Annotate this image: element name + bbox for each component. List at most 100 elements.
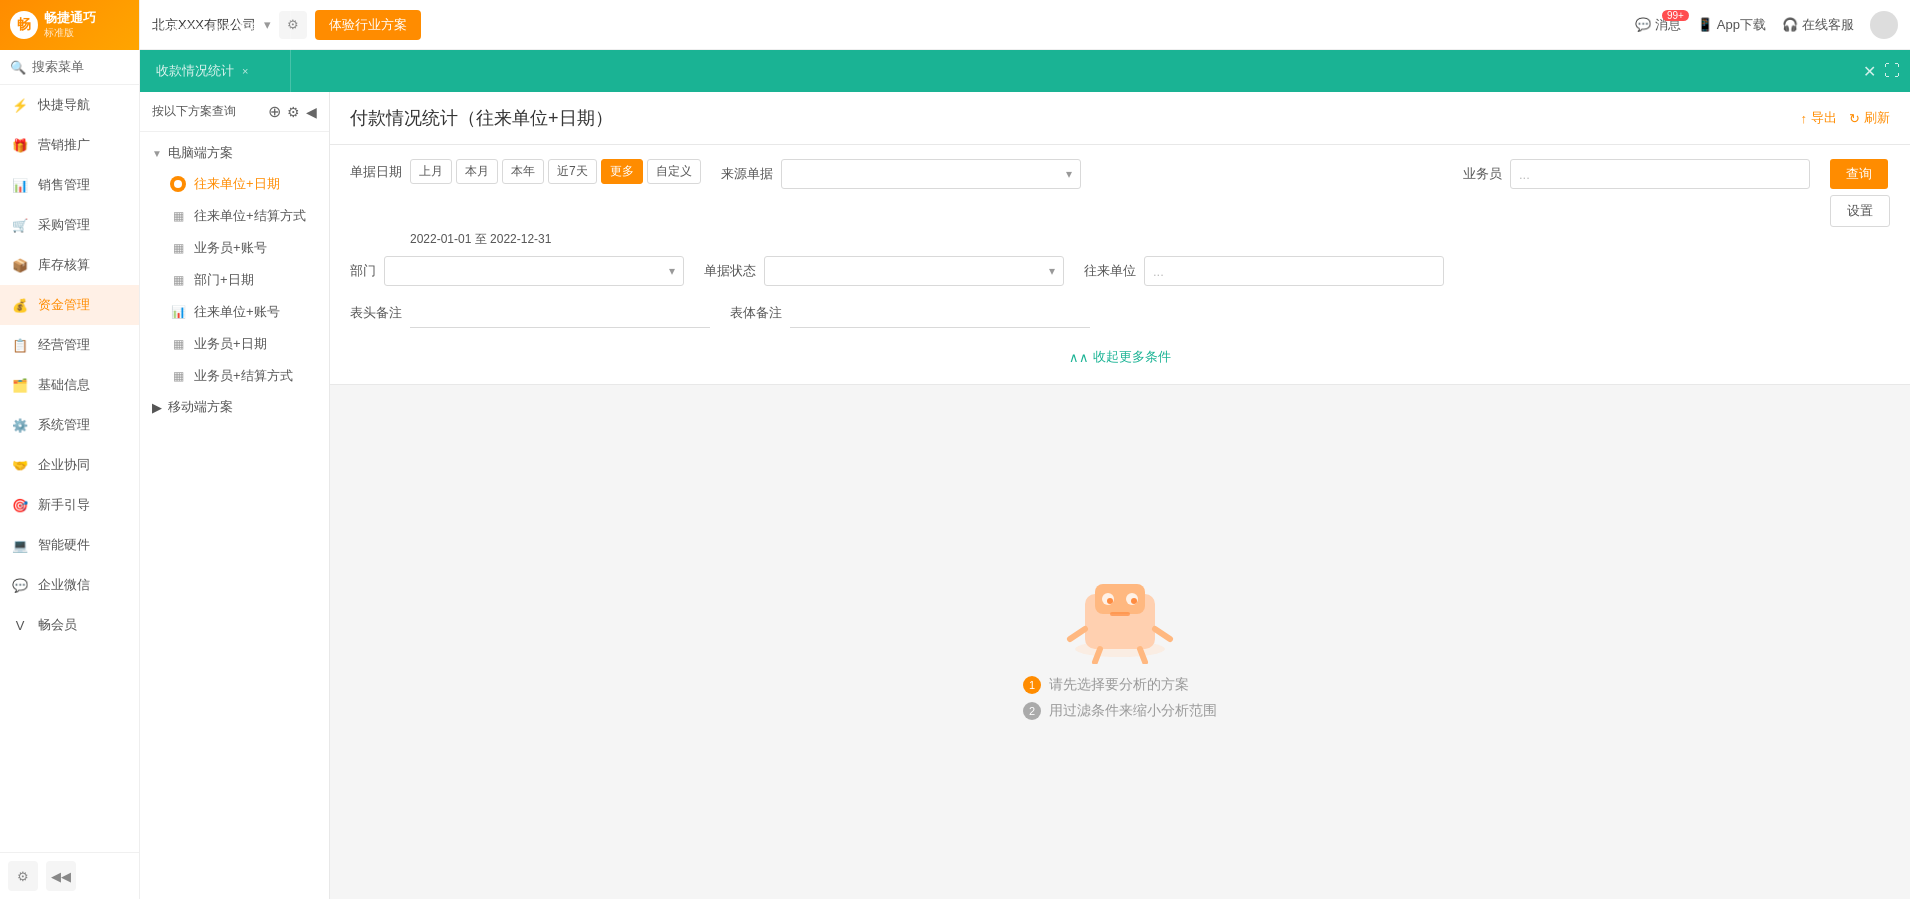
last7days-btn[interactable]: 近7天 [548,159,597,184]
page-actions: ↑ 导出 ↻ 刷新 [1801,109,1891,127]
page-title: 付款情况统计（往来单位+日期） [350,106,613,130]
sidebar-nav: ⚡ 快捷导航 🎁 营销推广 📊 销售管理 🛒 采购管理 📦 库存核算 💰 资金管… [0,85,139,645]
last-month-btn[interactable]: 上月 [410,159,452,184]
scheme-item-unit-date[interactable]: 往来单位+日期 [140,168,329,200]
sidebar-item-purchase[interactable]: 🛒 采购管理 [0,205,139,245]
scheme-item-staff-date[interactable]: ▦业务员+日期 [140,328,329,360]
add-scheme-btn[interactable]: ⊕ [268,102,281,121]
refresh-btn[interactable]: ↻ 刷新 [1849,109,1890,127]
table-body-note-input[interactable] [790,298,1090,328]
scheme-section: ▼ 电脑端方案 往来单位+日期▦往来单位+结算方式▦业务员+账号▦部门+日期📊往… [140,132,329,428]
staff-select[interactable]: ... [1510,159,1810,189]
member-icon: V [10,615,30,635]
user-avatar[interactable] [1870,11,1898,39]
hardware-icon: 💻 [10,535,30,555]
tab-close-bank[interactable]: × [268,23,274,35]
sidebar-item-inventory[interactable]: 📦 库存核算 [0,245,139,285]
svg-line-9 [1155,629,1170,639]
scheme-item-staff-account[interactable]: ▦ 业务员+账号 [140,232,329,264]
inventory-icon: 📦 [10,255,30,275]
trial-btn[interactable]: 体验行业方案 [315,10,421,40]
close-tab-btn[interactable]: ✕ [1863,62,1876,81]
scheme-icon-staff-account: ▦ [170,240,186,256]
mobile-scheme-label: 移动端方案 [168,398,233,416]
sidebar-item-label-wechat: 企业微信 [38,576,90,594]
online-service-btn[interactable]: 🎧 在线客服 [1782,16,1854,34]
dept-select[interactable]: ▾ [384,256,684,286]
scheme-item-staff-payment[interactable]: ▦业务员+结算方式 [140,360,329,392]
more-btn[interactable]: 更多 [601,159,643,184]
collapse-sidebar-btn[interactable]: ◀◀ [46,861,76,891]
sidebar-item-label-quick-nav: 快捷导航 [38,96,90,114]
desktop-scheme-header[interactable]: ▼ 电脑端方案 [140,138,329,168]
sidebar-item-guide[interactable]: 🎯 新手引导 [0,485,139,525]
date-buttons: 上月 本月 本年 近7天 更多 自定义 [410,159,701,184]
voucher-status-select[interactable]: ▾ [764,256,1064,286]
sidebar-item-hardware[interactable]: 💻 智能硬件 [0,525,139,565]
settings-footer-btn[interactable]: ⚙ [8,861,38,891]
tab-bank[interactable]: 现金银行流水查询× [140,8,291,50]
scheme-item-dept-date[interactable]: ▦部门+日期 [140,264,329,296]
sidebar-item-operation[interactable]: 📋 经营管理 [0,325,139,365]
settings-filter-btn[interactable]: 设置 [1830,195,1890,227]
app-download-btn[interactable]: 📱 App下载 [1697,16,1766,34]
finance-icon: 💰 [10,295,30,315]
partner-select[interactable]: ... [1144,256,1444,286]
sales-icon: 📊 [10,175,30,195]
scheme-icon-unit-payment: ▦ [170,208,186,224]
collapse-filter-btn[interactable]: ∧∧ 收起更多条件 [1069,348,1171,366]
quick-nav-icon: ⚡ [10,95,30,115]
voucher-status-dropdown-icon: ▾ [1049,264,1055,278]
dept-label: 部门 [350,262,376,280]
scheme-settings-btn[interactable]: ⚙ [287,104,300,120]
this-month-btn[interactable]: 本月 [456,159,498,184]
sidebar-subtitle: 标准版 [44,26,96,40]
scheme-item-unit-payment[interactable]: ▦往来单位+结算方式 [140,200,329,232]
sidebar-title: 畅捷通巧 [44,10,96,26]
scheme-label-staff-account: 业务员+账号 [194,239,267,257]
tab-label-receipt: 收款情况统计 [156,62,234,80]
notification-badge: 99+ [1662,10,1689,21]
left-panel-header: 按以下方案查询 ⊕ ⚙ ◀ [140,92,329,132]
mobile-scheme-group: ▶ 移动端方案 [140,392,329,422]
sidebar-item-basic[interactable]: 🗂️ 基础信息 [0,365,139,405]
this-year-btn[interactable]: 本年 [502,159,544,184]
left-panel-actions: ⊕ ⚙ ◀ [268,102,317,121]
tab-receipt[interactable]: 收款情况统计 × [140,50,291,92]
table-header-note-input[interactable] [410,298,710,328]
sidebar-item-member[interactable]: V 畅会员 [0,605,139,645]
sidebar-item-finance[interactable]: 💰 资金管理 [0,285,139,325]
partner-placeholder: ... [1153,264,1164,279]
sidebar-item-sales[interactable]: 📊 销售管理 [0,165,139,205]
tab-home[interactable]: 首页 [140,0,291,8]
sidebar-search[interactable]: 🔍 搜索菜单 [0,50,139,85]
sidebar-item-coop[interactable]: 🤝 企业协同 [0,445,139,485]
sidebar-item-label-purchase: 采购管理 [38,216,90,234]
scheme-icon-dept-date: ▦ [170,272,186,288]
notification-btn[interactable]: 💬 消息 99+ [1635,16,1681,34]
content-area: 按以下方案查询 ⊕ ⚙ ◀ ▼ 电脑端方案 往来单位+日期▦往来单位+结算方式▦… [140,92,1910,899]
export-btn[interactable]: ↑ 导出 [1801,109,1838,127]
table-body-note-label: 表体备注 [730,304,782,322]
query-btn[interactable]: 查询 [1830,159,1888,189]
empty-state: 1 请先选择要分析的方案 2 用过滤条件来缩小分析范围 [330,385,1910,899]
source-select[interactable]: ▾ [781,159,1081,189]
sidebar-item-quick-nav[interactable]: ⚡ 快捷导航 [0,85,139,125]
collapse-panel-btn[interactable]: ◀ [306,104,317,120]
tab-close-receipt[interactable]: × [242,65,248,77]
custom-btn[interactable]: 自定义 [647,159,701,184]
empty-illustration [1060,564,1180,664]
table-body-note-filter: 表体备注 [730,298,1090,328]
sidebar-item-wechat[interactable]: 💬 企业微信 [0,565,139,605]
dept-filter: 部门 ▾ [350,256,684,286]
sidebar-item-marketing[interactable]: 🎁 营销推广 [0,125,139,165]
phone-icon: 📱 [1697,17,1713,32]
empty-step1-text: 请先选择要分析的方案 [1049,676,1189,694]
system-icon: ⚙️ [10,415,30,435]
sidebar-item-system[interactable]: ⚙️ 系统管理 [0,405,139,445]
search-label: 搜索菜单 [32,58,84,76]
mobile-scheme-header[interactable]: ▶ 移动端方案 [140,392,329,422]
scheme-item-unit-account[interactable]: 📊往来单位+账号 [140,296,329,328]
maximize-tab-btn[interactable]: ⛶ [1884,62,1900,80]
table-header-note-filter: 表头备注 [350,298,710,328]
